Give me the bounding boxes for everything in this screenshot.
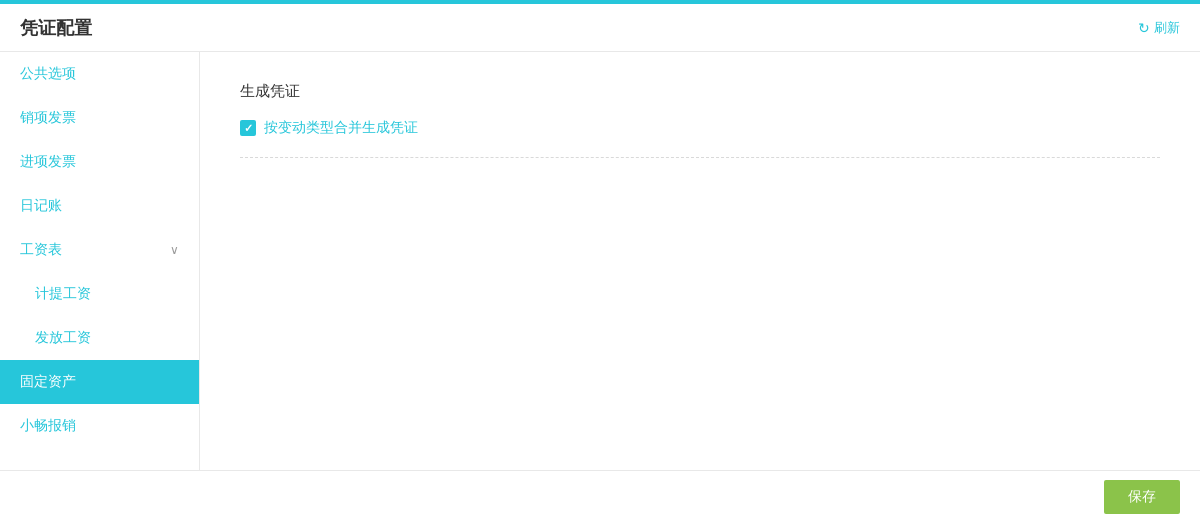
sidebar-item-label: 发放工资 — [35, 329, 91, 347]
checkbox-row: ✓ 按变动类型合并生成凭证 — [240, 119, 1160, 137]
sidebar-item-sales-invoice[interactable]: 销项发票 — [0, 96, 199, 140]
footer: 保存 — [0, 470, 1200, 522]
merge-voucher-checkbox[interactable]: ✓ — [240, 120, 256, 136]
chevron-down-icon: ∨ — [170, 243, 179, 257]
sidebar-item-calc-salary[interactable]: 计提工资 — [0, 272, 199, 316]
sidebar-item-label: 日记账 — [20, 197, 62, 215]
sidebar-item-label: 工资表 — [20, 241, 62, 259]
sidebar-item-purchase-invoice[interactable]: 进项发票 — [0, 140, 199, 184]
sidebar-item-label: 小畅报销 — [20, 417, 76, 435]
sidebar-item-label: 公共选项 — [20, 65, 76, 83]
save-button[interactable]: 保存 — [1104, 480, 1180, 514]
sidebar-item-payroll-table[interactable]: 工资表 ∨ — [0, 228, 199, 272]
check-mark-icon: ✓ — [244, 122, 253, 135]
section-title: 生成凭证 — [240, 82, 1160, 101]
sidebar-item-expense-report[interactable]: 小畅报销 — [0, 404, 199, 448]
checkbox-label: 按变动类型合并生成凭证 — [264, 119, 418, 137]
sidebar: 公共选项 销项发票 进项发票 日记账 工资表 ∨ 计提工资 发放工资 固定资 — [0, 52, 200, 470]
main-content: 生成凭证 ✓ 按变动类型合并生成凭证 — [200, 52, 1200, 470]
sidebar-item-label: 进项发票 — [20, 153, 76, 171]
refresh-button[interactable]: ↻ 刷新 — [1138, 19, 1180, 37]
sidebar-item-journal[interactable]: 日记账 — [0, 184, 199, 228]
sidebar-item-label: 固定资产 — [20, 373, 76, 391]
sidebar-item-pay-salary[interactable]: 发放工资 — [0, 316, 199, 360]
section-divider — [240, 157, 1160, 158]
sidebar-item-fixed-assets[interactable]: 固定资产 — [0, 360, 199, 404]
refresh-label: 刷新 — [1154, 19, 1180, 37]
page-title: 凭证配置 — [20, 16, 92, 40]
page-wrapper: 凭证配置 ↻ 刷新 公共选项 销项发票 进项发票 日记账 工资表 ∨ — [0, 0, 1200, 522]
sidebar-item-label: 销项发票 — [20, 109, 76, 127]
header: 凭证配置 ↻ 刷新 — [0, 4, 1200, 52]
body: 公共选项 销项发票 进项发票 日记账 工资表 ∨ 计提工资 发放工资 固定资 — [0, 52, 1200, 470]
sidebar-item-public-options[interactable]: 公共选项 — [0, 52, 199, 96]
sidebar-item-label: 计提工资 — [35, 285, 91, 303]
refresh-icon: ↻ — [1138, 20, 1150, 36]
